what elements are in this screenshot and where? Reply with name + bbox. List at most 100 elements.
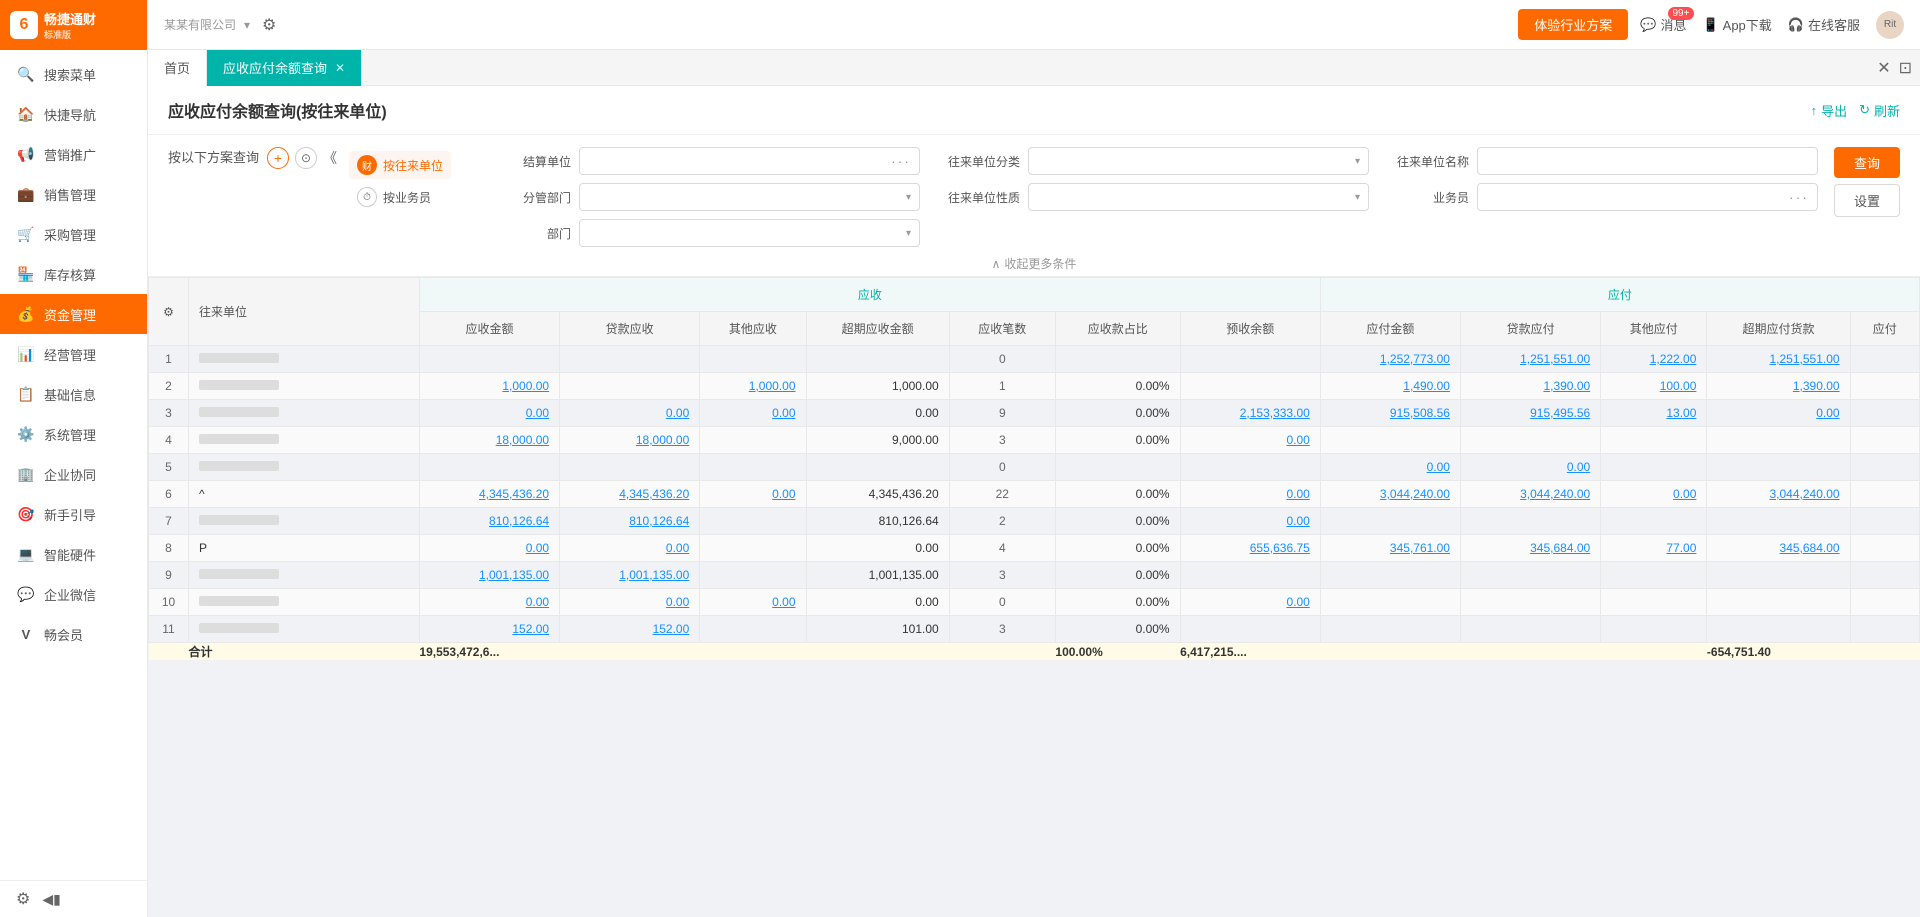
table-cell[interactable]: 0.00 — [1707, 400, 1850, 427]
table-cell[interactable]: 0.00 — [1180, 589, 1320, 616]
filter-add-button[interactable]: + — [267, 147, 289, 169]
table-cell[interactable]: 3,044,240.00 — [1320, 481, 1460, 508]
table-cell[interactable]: 0.00 — [1180, 481, 1320, 508]
table-cell[interactable]: 18,000.00 — [560, 427, 700, 454]
sidebar-collapse-icon[interactable]: ◀▮ — [42, 891, 60, 908]
table-cell[interactable]: 345,684.00 — [1707, 535, 1850, 562]
table-cell[interactable]: 1,390.00 — [1460, 373, 1600, 400]
partner-name-input[interactable] — [1477, 147, 1818, 175]
header-gear-icon[interactable]: ⚙ — [262, 15, 276, 35]
tab-close-icon[interactable]: ✕ — [335, 61, 345, 75]
sidebar-item-wechat[interactable]: 💬 企业微信 — [0, 574, 147, 614]
sidebar-item-nav[interactable]: 🏠 快捷导航 — [0, 94, 147, 134]
table-cell[interactable]: 0.00 — [1180, 427, 1320, 454]
table-cell[interactable]: 810,126.64 — [560, 508, 700, 535]
sidebar-item-purchase[interactable]: 🛒 采购管理 — [0, 214, 147, 254]
table-cell[interactable]: 345,761.00 — [1320, 535, 1460, 562]
table-cell[interactable]: 3,044,240.00 — [1707, 481, 1850, 508]
table-cell[interactable]: 810,126.64 — [419, 508, 559, 535]
sidebar-item-basic[interactable]: 📋 基础信息 — [0, 374, 147, 414]
table-cell[interactable]: 0.00 — [419, 400, 559, 427]
total-advance-balance[interactable]: 6,417,215.... — [1180, 643, 1320, 661]
table-cell[interactable]: 100.00 — [1601, 373, 1707, 400]
table-cell[interactable]: 0.00 — [700, 481, 806, 508]
filter-collapse-link[interactable]: ∧ 收起更多条件 — [148, 251, 1920, 276]
table-cell[interactable]: 0.00 — [1460, 454, 1600, 481]
settings-button[interactable]: 设置 — [1834, 184, 1900, 217]
table-cell[interactable]: 77.00 — [1601, 535, 1707, 562]
online-service-button[interactable]: 🎧 在线客服 — [1788, 15, 1860, 34]
sidebar-item-guide[interactable]: 🎯 新手引导 — [0, 494, 147, 534]
sub-department-select[interactable]: ▾ — [579, 183, 920, 211]
table-cell[interactable]: 0.00 — [1320, 454, 1460, 481]
table-cell[interactable]: 0.00 — [560, 400, 700, 427]
table-cell[interactable]: 0.00 — [1601, 481, 1707, 508]
table-cell[interactable]: 1,000.00 — [419, 373, 559, 400]
sidebar-item-vip[interactable]: V 畅会员 — [0, 614, 147, 654]
sidebar-item-marketing[interactable]: 📢 营销推广 — [0, 134, 147, 174]
filter-partner-name: 往来单位名称 — [1389, 147, 1818, 175]
sidebar-item-enterprise[interactable]: 🏢 企业协同 — [0, 454, 147, 494]
query-button[interactable]: 查询 — [1834, 147, 1900, 178]
refresh-button[interactable]: ↻ 刷新 — [1859, 101, 1900, 120]
table-cell[interactable]: 1,001,135.00 — [560, 562, 700, 589]
table-cell[interactable]: 915,495.56 — [1460, 400, 1600, 427]
partner-nature-select[interactable]: ▾ — [1028, 183, 1369, 211]
table-cell[interactable]: 0.00 — [700, 400, 806, 427]
sidebar-settings-icon[interactable]: ⚙ — [16, 889, 30, 909]
salesman-input[interactable]: ··· — [1477, 183, 1818, 211]
table-cell[interactable]: 1,252,773.00 — [1320, 346, 1460, 373]
table-cell[interactable]: 13.00 — [1601, 400, 1707, 427]
sidebar-item-system[interactable]: ⚙️ 系统管理 — [0, 414, 147, 454]
table-cell[interactable]: 1,001,135.00 — [419, 562, 559, 589]
message-button[interactable]: 💬 消息 99+ — [1640, 15, 1686, 34]
table-cell[interactable]: 4,345,436.20 — [419, 481, 559, 508]
table-cell[interactable]: 1,000.00 — [700, 373, 806, 400]
user-avatar[interactable]: Rit — [1876, 11, 1904, 39]
table-cell[interactable]: 1,490.00 — [1320, 373, 1460, 400]
tab-close-all-icon[interactable]: ✕ — [1877, 58, 1890, 78]
table-cell[interactable]: 3,044,240.00 — [1460, 481, 1600, 508]
table-cell[interactable]: 0.00 — [1180, 508, 1320, 535]
table-cell[interactable]: 655,636.75 — [1180, 535, 1320, 562]
app-download-button[interactable]: 📱 App下载 — [1702, 15, 1771, 34]
export-button[interactable]: ↑ 导出 — [1811, 101, 1848, 120]
table-cell[interactable]: 18,000.00 — [419, 427, 559, 454]
sidebar-item-sales[interactable]: 💼 销售管理 — [0, 174, 147, 214]
scheme-item-unit[interactable]: 财 按往来单位 — [349, 151, 451, 179]
table-cell[interactable]: 0.00 — [419, 535, 559, 562]
table-wrapper[interactable]: ⚙ 往来单位 应收 应付 应收金额 贷款应收 其他应收 超期应收金额 应收笔数 — [148, 277, 1920, 917]
table-cell[interactable]: 1,251,551.00 — [1707, 346, 1850, 373]
tab-maximize-icon[interactable]: ⊡ — [1899, 58, 1912, 78]
sidebar-item-hardware[interactable]: 💻 智能硬件 — [0, 534, 147, 574]
sidebar-item-inventory[interactable]: 🏪 库存核算 — [0, 254, 147, 294]
table-cell[interactable]: 1,251,551.00 — [1460, 346, 1600, 373]
sidebar-item-operations[interactable]: 📊 经营管理 — [0, 334, 147, 374]
total-receivable-amount[interactable]: 19,553,472,6... — [419, 643, 559, 661]
table-cell[interactable]: 152.00 — [419, 616, 559, 643]
table-cell[interactable]: 0.00 — [419, 589, 559, 616]
dropdown-icon[interactable]: ▾ — [244, 18, 250, 32]
sidebar-item-search[interactable]: 🔍 搜索菜单 — [0, 54, 147, 94]
table-cell[interactable]: 152.00 — [560, 616, 700, 643]
settlement-unit-input[interactable]: ··· — [579, 147, 920, 175]
table-cell[interactable]: 2,153,333.00 — [1180, 400, 1320, 427]
tab-home[interactable]: 首页 — [148, 50, 207, 86]
filter-collapse-button[interactable]: 《 — [323, 148, 337, 168]
table-cell[interactable]: 0.00 — [700, 589, 806, 616]
table-cell[interactable]: 1,222.00 — [1601, 346, 1707, 373]
table-cell[interactable]: 0.00 — [560, 535, 700, 562]
settings-col-header[interactable]: ⚙ — [149, 278, 189, 346]
department-select[interactable]: ▾ — [579, 219, 920, 247]
partner-category-select[interactable]: ▾ — [1028, 147, 1369, 175]
table-cell[interactable]: 0.00 — [560, 589, 700, 616]
scheme-item-staff[interactable]: ⏱ 按业务员 — [349, 183, 451, 211]
filter-settings-button[interactable]: ⊙ — [295, 147, 317, 169]
table-cell[interactable]: 345,684.00 — [1460, 535, 1600, 562]
table-cell[interactable]: 1,390.00 — [1707, 373, 1850, 400]
trial-button[interactable]: 体验行业方案 — [1518, 9, 1628, 40]
tab-query[interactable]: 应收应付余额查询 ✕ — [207, 50, 362, 86]
table-cell[interactable]: 4,345,436.20 — [560, 481, 700, 508]
sidebar-item-finance[interactable]: 💰 资金管理 — [0, 294, 147, 334]
table-cell[interactable]: 915,508.56 — [1320, 400, 1460, 427]
